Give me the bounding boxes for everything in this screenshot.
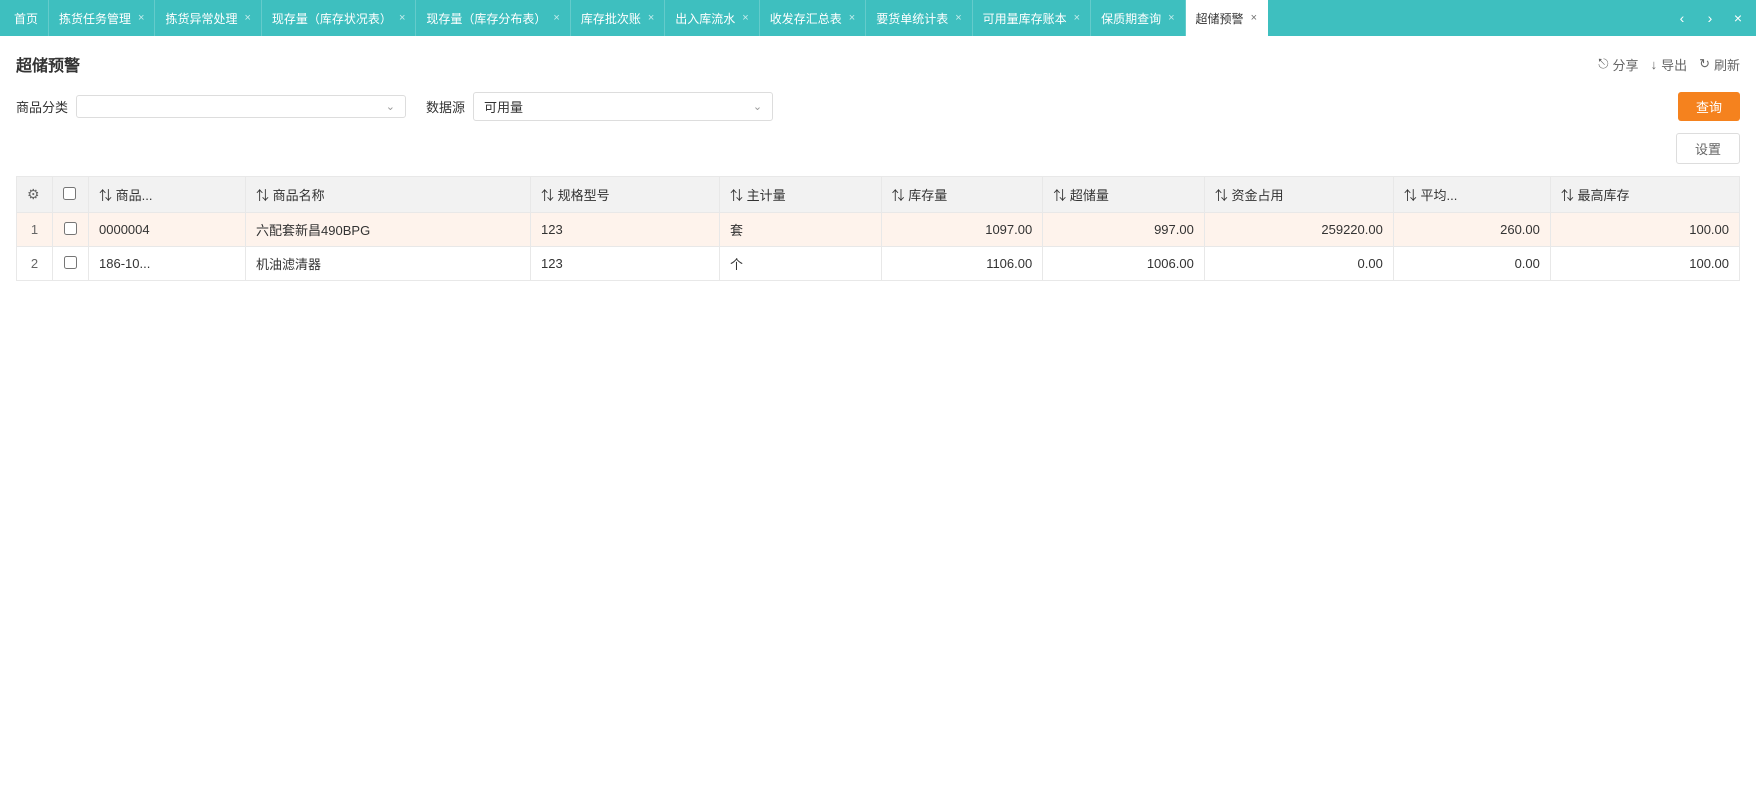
nav-tab-home[interactable]: 首页 xyxy=(4,0,49,36)
nav-arrow-close[interactable]: × xyxy=(1724,0,1752,36)
td-max: 100.00 xyxy=(1550,213,1739,247)
th-code: ⇅ 商品... xyxy=(89,177,246,213)
table-row: 2 186-10... 机油滤清器 123 个 1106.00 1006.00 … xyxy=(17,247,1740,281)
td-capital: 0.00 xyxy=(1204,247,1393,281)
nav-tab-task[interactable]: 拣货任务管理 × xyxy=(49,0,155,36)
th-avg: ⇅ 平均... xyxy=(1393,177,1550,213)
filter-actions: 查询 xyxy=(1678,92,1740,121)
nav-tab-available[interactable]: 可用量库存账本 × xyxy=(973,0,1091,36)
filter-row: 商品分类 ⌄ 数据源 可用量 ⌄ 查询 xyxy=(16,92,1740,121)
close-icon[interactable]: × xyxy=(244,12,250,24)
nav-tab-flow[interactable]: 出入库流水 × xyxy=(665,0,759,36)
datasource-label: 数据源 xyxy=(426,97,465,116)
datasource-filter: 数据源 可用量 ⌄ xyxy=(426,92,773,121)
close-icon[interactable]: × xyxy=(742,12,748,24)
page-header: 超储预警 ⎋ 分享 ↓ 导出 ↻ 刷新 xyxy=(16,52,1740,76)
page-title: 超储预警 xyxy=(16,52,80,76)
close-icon[interactable]: × xyxy=(1074,12,1080,24)
td-overstock: 997.00 xyxy=(1043,213,1205,247)
query-button[interactable]: 查询 xyxy=(1678,92,1740,121)
nav-tab-summary[interactable]: 收发存汇总表 × xyxy=(760,0,866,36)
td-unit: 个 xyxy=(720,247,882,281)
td-name: 六配套新昌490BPG xyxy=(246,213,531,247)
datasource-select[interactable]: 可用量 ⌄ xyxy=(473,92,773,121)
td-stock: 1097.00 xyxy=(881,213,1043,247)
td-row-num: 1 xyxy=(17,213,53,247)
td-max: 100.00 xyxy=(1550,247,1739,281)
nav-tab-quality[interactable]: 保质期查询 × xyxy=(1091,0,1185,36)
refresh-button[interactable]: ↻ 刷新 xyxy=(1699,55,1740,74)
category-label: 商品分类 xyxy=(16,97,68,116)
td-avg: 260.00 xyxy=(1393,213,1550,247)
th-name: ⇅ 商品名称 xyxy=(246,177,531,213)
chevron-down-icon: ⌄ xyxy=(386,100,395,113)
th-max: ⇅ 最高库存 xyxy=(1550,177,1739,213)
nav-arrow-left[interactable]: ‹ xyxy=(1668,0,1696,36)
td-name: 机油滤清器 xyxy=(246,247,531,281)
td-row-num: 2 xyxy=(17,247,53,281)
nav-tab-inventory-status[interactable]: 现存量（库存状况表） × xyxy=(262,0,416,36)
nav-tab-requisition[interactable]: 要货单统计表 × xyxy=(866,0,972,36)
td-spec: 123 xyxy=(530,213,719,247)
nav-tab-batch[interactable]: 库存批次账 × xyxy=(571,0,665,36)
settings-row: 设置 xyxy=(16,133,1740,164)
datasource-value: 可用量 xyxy=(484,97,523,116)
th-settings: ⚙ xyxy=(17,177,53,213)
th-overstock: ⇅ 超储量 xyxy=(1043,177,1205,213)
th-stock: ⇅ 库存量 xyxy=(881,177,1043,213)
settings-button[interactable]: 设置 xyxy=(1676,133,1740,164)
close-icon[interactable]: × xyxy=(648,12,654,24)
share-button[interactable]: ⎋ 分享 xyxy=(1598,55,1638,74)
export-icon: ↓ xyxy=(1651,57,1658,72)
th-spec: ⇅ 规格型号 xyxy=(530,177,719,213)
close-icon[interactable]: × xyxy=(138,12,144,24)
category-select[interactable]: ⌄ xyxy=(76,95,406,118)
settings-gear-icon[interactable]: ⚙ xyxy=(27,186,40,202)
close-icon[interactable]: × xyxy=(1168,12,1174,24)
page-content: 超储预警 ⎋ 分享 ↓ 导出 ↻ 刷新 商品分类 ⌄ 数据源 xyxy=(0,36,1756,800)
th-unit: ⇅ 主计量 xyxy=(720,177,882,213)
close-icon[interactable]: × xyxy=(955,12,961,24)
close-icon[interactable]: × xyxy=(1251,12,1257,24)
td-overstock: 1006.00 xyxy=(1043,247,1205,281)
export-button[interactable]: ↓ 导出 xyxy=(1651,55,1688,74)
th-capital: ⇅ 资金占用 xyxy=(1204,177,1393,213)
table-header-row: ⚙ ⇅ 商品... ⇅ 商品名称 ⇅ 规格型号 ⇅ xyxy=(17,177,1740,213)
table-body: 1 0000004 六配套新昌490BPG 123 套 1097.00 997.… xyxy=(17,213,1740,281)
td-checkbox xyxy=(53,213,89,247)
top-navigation: 首页 拣货任务管理 × 拣货异常处理 × 现存量（库存状况表） × 现存量（库存… xyxy=(0,0,1756,36)
nav-tab-overstock[interactable]: 超储预警 × xyxy=(1186,0,1268,36)
td-code: 0000004 xyxy=(89,213,246,247)
row-checkbox[interactable] xyxy=(64,222,77,235)
nav-arrows: ‹ › × xyxy=(1668,0,1752,36)
category-filter: 商品分类 ⌄ xyxy=(16,95,406,118)
header-actions: ⎋ 分享 ↓ 导出 ↻ 刷新 xyxy=(1598,55,1740,74)
nav-tab-abnormal[interactable]: 拣货异常处理 × xyxy=(155,0,261,36)
td-avg: 0.00 xyxy=(1393,247,1550,281)
th-checkbox xyxy=(53,177,89,213)
table-row: 1 0000004 六配套新昌490BPG 123 套 1097.00 997.… xyxy=(17,213,1740,247)
td-unit: 套 xyxy=(720,213,882,247)
nav-tab-inventory-dist[interactable]: 现存量（库存分布表） × xyxy=(416,0,570,36)
close-icon[interactable]: × xyxy=(553,12,559,24)
data-table: ⚙ ⇅ 商品... ⇅ 商品名称 ⇅ 规格型号 ⇅ xyxy=(16,176,1740,281)
row-checkbox[interactable] xyxy=(64,256,77,269)
td-checkbox xyxy=(53,247,89,281)
nav-arrow-right[interactable]: › xyxy=(1696,0,1724,36)
td-stock: 1106.00 xyxy=(881,247,1043,281)
chevron-down-icon: ⌄ xyxy=(753,100,762,113)
td-capital: 259220.00 xyxy=(1204,213,1393,247)
share-icon: ⎋ xyxy=(1598,56,1608,72)
td-code: 186-10... xyxy=(89,247,246,281)
close-icon[interactable]: × xyxy=(849,12,855,24)
select-all-checkbox[interactable] xyxy=(63,187,76,200)
td-spec: 123 xyxy=(530,247,719,281)
close-icon[interactable]: × xyxy=(399,12,405,24)
refresh-icon: ↻ xyxy=(1699,56,1710,72)
